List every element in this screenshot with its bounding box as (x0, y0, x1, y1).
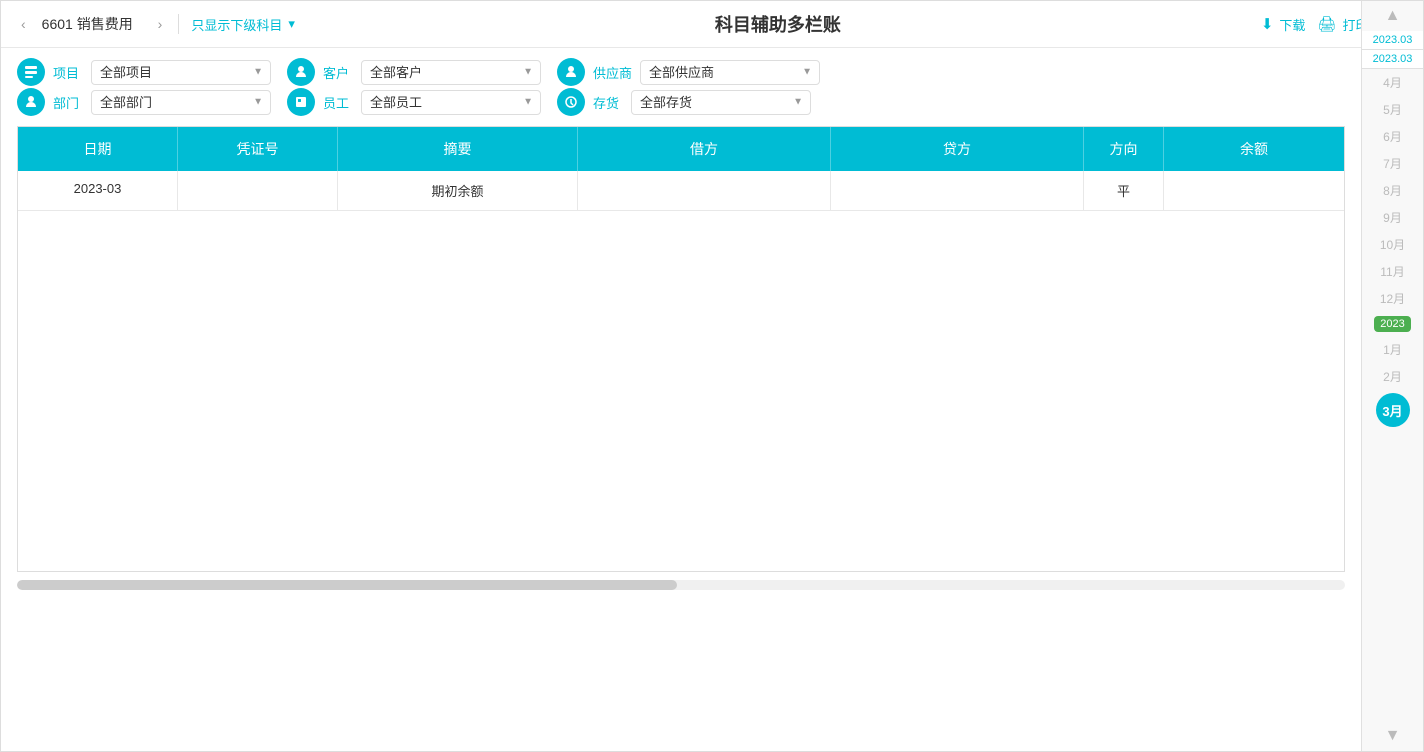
print-icon: 🖨 (1317, 15, 1336, 33)
col-credit: 贷方 (831, 127, 1084, 171)
employee-select-wrapper: 全部员工 (361, 90, 541, 115)
col-direction: 方向 (1084, 127, 1164, 171)
cell-summary: 期初余额 (338, 171, 578, 210)
col-summary: 摘要 (338, 127, 578, 171)
filter-group-inventory: 存货 全部存货 (557, 88, 811, 116)
timeline-header-1[interactable]: 2023.03 (1362, 31, 1423, 50)
inventory-icon (557, 88, 585, 116)
col-debit: 借方 (578, 127, 831, 171)
supplier-select-wrapper: 全部供应商 (640, 60, 820, 85)
timeline: ▲ 2023.03 2023.03 4月 5月 6月 7月 8月 9月 10月 … (1361, 1, 1423, 751)
main-container: ‹ 6601 销售费用 › 只显示下级科目 ▾ 科目辅助多栏账 ⬇ 下载 🖨 打… (0, 0, 1424, 752)
col-date: 日期 (18, 127, 178, 171)
inventory-select[interactable]: 全部存货 (631, 90, 811, 115)
customer-icon (287, 58, 315, 86)
timeline-month-1[interactable]: 1月 (1362, 336, 1423, 363)
account-code: 6601 销售费用 (42, 14, 142, 34)
supplier-label: 供应商 (593, 63, 632, 82)
timeline-month-4[interactable]: 4月 (1362, 69, 1423, 96)
timeline-month-2[interactable]: 2月 (1362, 363, 1423, 390)
department-select-wrapper: 全部部门 (91, 90, 271, 115)
download-button[interactable]: ⬇ 下载 (1261, 15, 1306, 34)
project-icon (17, 58, 45, 86)
filter-group-department: 部门 全部部门 (17, 88, 271, 116)
header: ‹ 6601 销售费用 › 只显示下级科目 ▾ 科目辅助多栏账 ⬇ 下载 🖨 打… (1, 1, 1423, 48)
department-select[interactable]: 全部部门 (91, 90, 271, 115)
timeline-month-7[interactable]: 7月 (1362, 150, 1423, 177)
table-row: 2023-03 期初余额 平 (18, 171, 1344, 211)
cell-debit (578, 171, 831, 210)
timeline-month-11[interactable]: 11月 (1362, 258, 1423, 285)
supplier-icon (557, 58, 585, 86)
customer-label: 客户 (323, 63, 353, 82)
timeline-header-2[interactable]: 2023.03 (1362, 50, 1423, 69)
cell-balance (1164, 171, 1344, 210)
timeline-month-9[interactable]: 9月 (1362, 204, 1423, 231)
show-sub-button[interactable]: 只显示下级科目 ▾ (191, 15, 295, 34)
prev-nav-button[interactable]: ‹ (17, 14, 30, 34)
timeline-month-10[interactable]: 10月 (1362, 231, 1423, 258)
employee-icon (287, 88, 315, 116)
table-header: 日期 凭证号 摘要 借方 贷方 方向 余额 (18, 127, 1344, 171)
filter-group-customer: 客户 全部客户 (287, 58, 541, 86)
timeline-down-button[interactable]: ▼ (1379, 721, 1407, 751)
horizontal-scrollbar[interactable] (17, 580, 1345, 590)
table-area: 日期 凭证号 摘要 借方 贷方 方向 余额 2023-03 期初余额 平 (1, 126, 1361, 590)
account-name: 销售费用 (77, 16, 133, 32)
header-divider (178, 14, 179, 34)
download-label: 下载 (1279, 15, 1305, 34)
scrollbar-area (1, 580, 1361, 590)
scroll-thumb[interactable] (17, 580, 677, 590)
supplier-select[interactable]: 全部供应商 (640, 60, 820, 85)
filter-group-employee: 员工 全部员工 (287, 88, 541, 116)
next-nav-button[interactable]: › (154, 14, 167, 34)
filter-group-supplier: 供应商 全部供应商 (557, 58, 820, 86)
project-select[interactable]: 全部项目 (91, 60, 271, 85)
employee-label: 员工 (323, 93, 353, 112)
timeline-up-button[interactable]: ▲ (1379, 1, 1407, 31)
customer-select-wrapper: 全部客户 (361, 60, 541, 85)
col-voucher: 凭证号 (178, 127, 338, 171)
table: 日期 凭证号 摘要 借方 贷方 方向 余额 2023-03 期初余额 平 (17, 126, 1345, 572)
department-label: 部门 (53, 93, 83, 112)
timeline-month-5[interactable]: 5月 (1362, 96, 1423, 123)
table-body: 2023-03 期初余额 平 (18, 171, 1344, 571)
timeline-selected-month[interactable]: 3月 (1376, 393, 1410, 427)
cell-direction: 平 (1084, 171, 1164, 210)
project-label: 项目 (53, 63, 83, 82)
account-code-number: 6601 (42, 16, 73, 32)
filter-group-project: 项目 全部项目 (17, 58, 271, 86)
cell-credit (831, 171, 1084, 210)
dropdown-icon: ▾ (288, 16, 295, 32)
year-badge[interactable]: 2023 (1374, 316, 1410, 332)
project-select-wrapper: 全部项目 (91, 60, 271, 85)
col-balance: 余额 (1164, 127, 1344, 171)
customer-select[interactable]: 全部客户 (361, 60, 541, 85)
cell-voucher (178, 171, 338, 210)
employee-select[interactable]: 全部员工 (361, 90, 541, 115)
filter-area-row2: 部门 全部部门 员工 全部员工 (1, 88, 1423, 126)
department-icon (17, 88, 45, 116)
timeline-month-12[interactable]: 12月 (1362, 285, 1423, 312)
inventory-select-wrapper: 全部存货 (631, 90, 811, 115)
show-sub-label: 只显示下级科目 (191, 15, 282, 34)
cell-date: 2023-03 (18, 171, 178, 210)
empty-area (18, 211, 1344, 571)
inventory-label: 存货 (593, 93, 623, 112)
download-icon: ⬇ (1261, 15, 1274, 33)
page-title: 科目辅助多栏账 (307, 11, 1249, 37)
timeline-month-6[interactable]: 6月 (1362, 123, 1423, 150)
timeline-month-8[interactable]: 8月 (1362, 177, 1423, 204)
